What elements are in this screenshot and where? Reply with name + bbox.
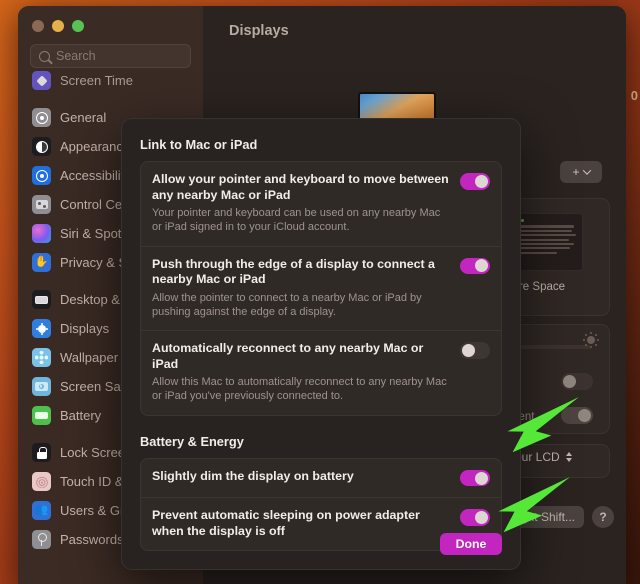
sidebar-item-label: Battery <box>60 408 102 423</box>
background-toggle-2[interactable] <box>561 407 593 424</box>
row-title: Push through the edge of a display to co… <box>152 256 435 287</box>
sidebar-item-label: Appearance <box>60 139 131 154</box>
background-toggle-1[interactable] <box>561 373 593 390</box>
sidebar-item-screen-time[interactable]: Screen Time <box>26 66 195 95</box>
section-heading-battery: Battery & Energy <box>140 433 244 449</box>
zoom-button[interactable] <box>72 20 84 32</box>
sidebar-item-label: Screen Time <box>60 73 133 88</box>
section-heading-link: Link to Mac or iPad <box>140 137 258 152</box>
row-title: Slightly dim the display on battery <box>152 468 354 483</box>
toggle-dim-display[interactable] <box>460 469 490 487</box>
search-placeholder: Search <box>56 49 96 63</box>
add-display-button[interactable]: + <box>560 161 602 183</box>
toggle-knob <box>578 409 591 422</box>
page-title: Displays <box>229 23 289 39</box>
toggle-knob <box>475 174 489 188</box>
desktop-dock-icon <box>32 290 51 309</box>
displays-sun-icon <box>32 319 51 338</box>
desktop-root: 0 Search Screen Time General Appearance … <box>0 0 640 584</box>
lock-screen-icon <box>32 443 51 462</box>
search-input[interactable]: Search <box>30 44 191 68</box>
window-traffic-lights <box>18 6 203 32</box>
link-to-mac-sheet: Link to Mac or iPad Allow your pointer a… <box>121 118 521 570</box>
wallpaper-flower-icon <box>32 348 51 367</box>
accessibility-icon <box>32 166 51 185</box>
touch-id-icon <box>32 472 51 491</box>
sidebar-item-label: Displays <box>60 321 110 336</box>
setting-row-push-through[interactable]: Push through the edge of a display to co… <box>141 245 501 331</box>
sidebar-divider <box>26 95 195 103</box>
close-button[interactable] <box>32 20 44 32</box>
brightness-sun-icon <box>587 336 595 344</box>
toggle-knob <box>475 511 489 525</box>
setting-row-allow-pointer[interactable]: Allow your pointer and keyboard to move … <box>141 162 501 246</box>
sidebar-item-label: Wallpaper <box>60 350 119 365</box>
siri-icon <box>32 224 51 243</box>
appearance-contrast-icon <box>32 137 51 156</box>
row-title: Allow your pointer and keyboard to move … <box>152 172 449 202</box>
chevron-down-icon <box>582 166 591 175</box>
toggle-auto-reconnect[interactable] <box>460 342 490 359</box>
passwords-key-icon <box>32 530 51 549</box>
row-subtitle: Allow the pointer to connect to a nearby… <box>152 291 422 318</box>
row-subtitle: Your pointer and keyboard can be used on… <box>152 207 441 234</box>
toggle-allow-pointer[interactable] <box>460 173 490 190</box>
help-button[interactable]: ? <box>592 506 614 528</box>
chevron-up-down-icon <box>565 452 572 462</box>
control-centre-icon <box>32 195 51 214</box>
screen-saver-icon <box>32 377 51 396</box>
sidebar-item-label: General <box>60 110 107 125</box>
toggle-knob <box>563 375 576 388</box>
done-button[interactable]: Done <box>440 533 502 555</box>
setting-row-auto-reconnect[interactable]: Automatically reconnect to any nearby Ma… <box>141 330 501 415</box>
plus-icon: + <box>572 165 580 179</box>
battery-icon <box>32 406 51 425</box>
search-container: Search <box>18 32 203 68</box>
toggle-knob <box>475 471 489 485</box>
minimize-button[interactable] <box>52 20 64 32</box>
screen-time-icon <box>32 71 51 90</box>
privacy-hand-icon: ✋ <box>32 253 51 272</box>
row-title: Prevent automatic sleeping on power adap… <box>152 508 420 538</box>
general-gear-icon <box>32 108 51 127</box>
sidebar-item-label: Passwords <box>60 532 124 547</box>
setting-row-dim-display[interactable]: Slightly dim the display on battery <box>141 459 501 498</box>
toggle-knob <box>461 343 475 357</box>
search-icon <box>39 50 50 62</box>
row-subtitle: Allow this Mac to automatically reconnec… <box>152 376 447 403</box>
toggle-push-through[interactable] <box>460 257 490 275</box>
users-groups-icon: 👥 <box>32 501 51 520</box>
link-settings-group: Allow your pointer and keyboard to move … <box>140 161 502 416</box>
desktop-edge-text: 0 <box>630 88 638 103</box>
toggle-prevent-sleep[interactable] <box>460 509 490 526</box>
toggle-knob <box>475 259 489 273</box>
row-title: Automatically reconnect to any nearby Ma… <box>152 341 424 371</box>
